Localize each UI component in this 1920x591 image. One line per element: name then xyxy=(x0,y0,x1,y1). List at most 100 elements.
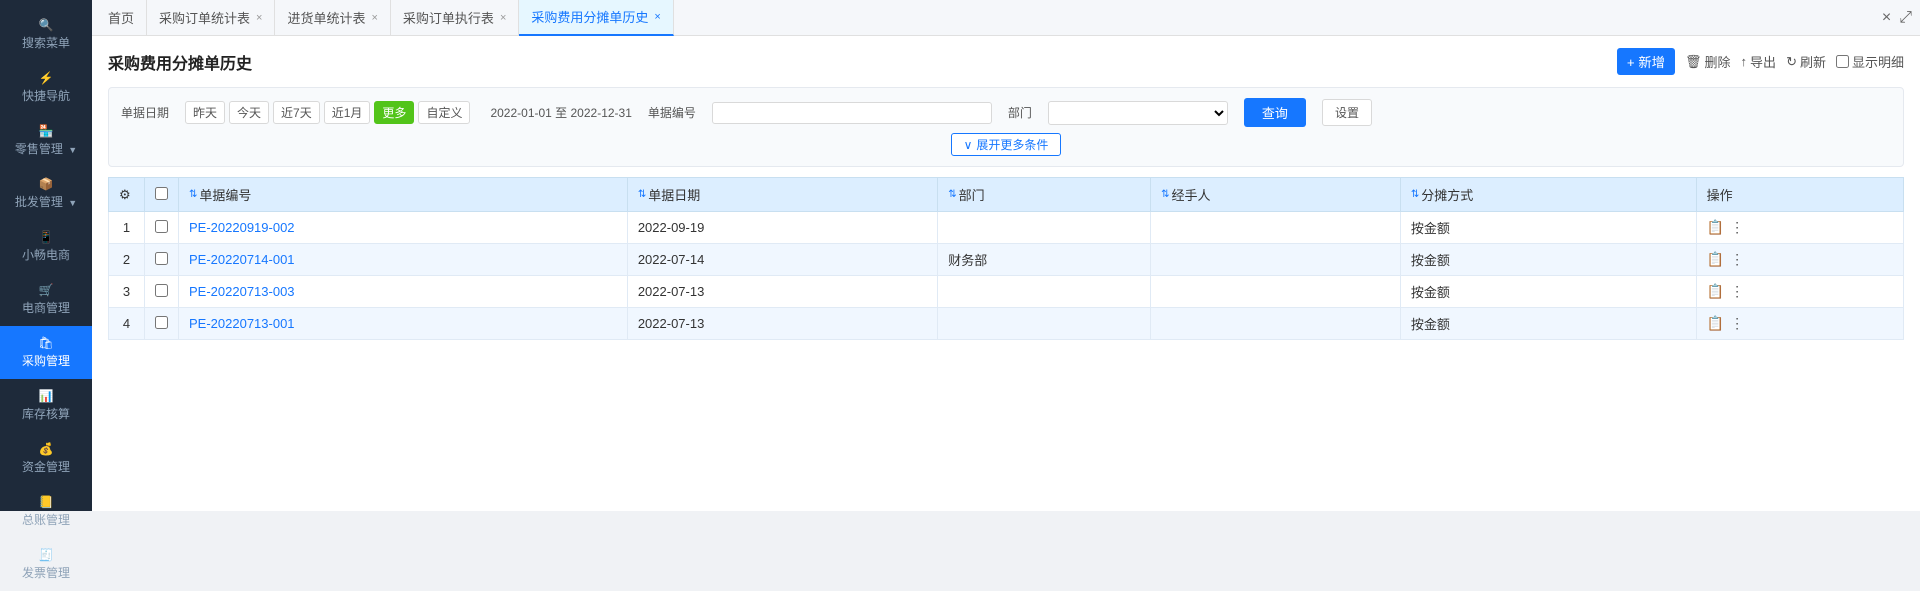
more-icon[interactable]: ⋮ xyxy=(1730,315,1744,332)
row-num: 2 xyxy=(109,244,145,276)
doc-no-input[interactable] xyxy=(712,102,992,124)
tab-purchase-summary-close[interactable]: × xyxy=(256,12,262,24)
export-button[interactable]: ↑ 导出 xyxy=(1741,52,1777,71)
sort-icon-doc-no: ⇅ xyxy=(189,189,197,200)
row-dept xyxy=(938,276,1151,308)
miniapp-icon: 📱 xyxy=(39,230,54,244)
tab-purchase-summary-label: 采购订单统计表 xyxy=(159,8,250,27)
th-handler[interactable]: ⇅ 经手人 xyxy=(1151,178,1401,212)
sidebar-item-purchase[interactable]: 🛍 采购管理 xyxy=(0,326,92,379)
table-header-row: ⚙ ⇅ 单据编号 ⇅ 单据日期 xyxy=(109,178,1904,212)
date-btn-today[interactable]: 今天 xyxy=(229,101,269,124)
doc-no-link[interactable]: PE-20220713-003 xyxy=(189,284,295,299)
filter-line-1: 单据日期 昨天 今天 近7天 近1月 更多 自定义 2022-01-01 至 2… xyxy=(121,98,1891,127)
th-doc-no[interactable]: ⇅ 单据编号 xyxy=(179,178,628,212)
tab-expense-split[interactable]: 采购费用分摊单历史 × xyxy=(519,0,673,36)
data-table: ⚙ ⇅ 单据编号 ⇅ 单据日期 xyxy=(108,177,1904,340)
table-row: 4 PE-20220713-001 2022-07-13 按金额 📋 ⋮ xyxy=(109,308,1904,340)
doc-no-link[interactable]: PE-20220919-002 xyxy=(189,220,295,235)
sidebar-item-invoice[interactable]: 🧾 发票管理 xyxy=(0,538,92,591)
row-checkbox[interactable] xyxy=(155,284,168,297)
sidebar-label-finance: 资金管理 xyxy=(22,458,70,475)
query-button[interactable]: 查询 xyxy=(1244,98,1306,127)
sidebar-label-inventory: 库存核算 xyxy=(22,405,70,422)
date-quick-btns: 昨天 今天 近7天 近1月 更多 自定义 xyxy=(185,101,470,124)
date-btn-more[interactable]: 更多 xyxy=(374,101,414,124)
row-num: 1 xyxy=(109,212,145,244)
row-check[interactable] xyxy=(145,212,179,244)
more-icon[interactable]: ⋮ xyxy=(1730,251,1744,268)
th-actions: 操作 xyxy=(1696,178,1903,212)
show-columns-checkbox[interactable]: 显示明细 xyxy=(1836,52,1904,71)
dept-label: 部门 xyxy=(1008,104,1032,121)
fullscreen-icon[interactable]: ⤢ xyxy=(1899,9,1912,27)
doc-no-link[interactable]: PE-20220713-001 xyxy=(189,316,295,331)
tab-purchase-summary[interactable]: 采购订单统计表 × xyxy=(147,0,275,36)
sidebar-item-miniapp[interactable]: 📱 小畅电商 xyxy=(0,220,92,273)
sidebar-item-ledger[interactable]: 📒 总账管理 xyxy=(0,485,92,538)
sidebar-item-finance[interactable]: 💰 资金管理 xyxy=(0,432,92,485)
row-checkbox[interactable] xyxy=(155,220,168,233)
row-check[interactable] xyxy=(145,244,179,276)
sidebar-item-inventory[interactable]: 📊 库存核算 xyxy=(0,379,92,432)
sidebar-item-ecommerce[interactable]: 🛒 电商管理 xyxy=(0,273,92,326)
row-doc-date: 2022-07-13 xyxy=(627,308,937,340)
export-icon: ↑ xyxy=(1741,54,1748,69)
expand-row: ∨ 展开更多条件 xyxy=(121,133,1891,156)
row-num: 3 xyxy=(109,276,145,308)
tab-inbound-summary-close[interactable]: × xyxy=(371,12,377,24)
add-button[interactable]: + 新增 xyxy=(1617,48,1675,75)
tab-home[interactable]: 首页 xyxy=(100,0,147,36)
settings-button[interactable]: 设置 xyxy=(1322,99,1372,126)
row-handler xyxy=(1151,276,1401,308)
delete-icon: 🗑 xyxy=(1685,54,1702,70)
date-btn-yesterday[interactable]: 昨天 xyxy=(185,101,225,124)
close-all-tab-icon[interactable]: × xyxy=(1882,9,1891,27)
th-gear[interactable]: ⚙ xyxy=(109,178,145,212)
edit-icon[interactable]: 📋 xyxy=(1707,315,1724,332)
sidebar-label-wholesale: 批发管理 ▼ xyxy=(15,193,77,210)
tab-bar: 首页 采购订单统计表 × 进货单统计表 × 采购订单执行表 × 采购费用分摊单历… xyxy=(92,0,1920,36)
th-dept[interactable]: ⇅ 部门 xyxy=(938,178,1151,212)
toolbar: + 新增 🗑 删除 ↑ 导出 ↻ 刷新 显示明细 xyxy=(1617,48,1904,75)
tab-actions: × ⤢ xyxy=(1882,9,1912,27)
row-actions: 📋 ⋮ xyxy=(1696,244,1903,276)
th-doc-date[interactable]: ⇅ 单据日期 xyxy=(627,178,937,212)
refresh-button[interactable]: ↻ 刷新 xyxy=(1786,52,1826,71)
th-split-method[interactable]: ⇅ 分摊方式 xyxy=(1400,178,1696,212)
edit-icon[interactable]: 📋 xyxy=(1707,251,1724,268)
row-checkbox[interactable] xyxy=(155,252,168,265)
tab-purchase-exec[interactable]: 采购订单执行表 × xyxy=(391,0,519,36)
tab-inbound-summary[interactable]: 进货单统计表 × xyxy=(275,0,390,36)
row-actions: 📋 ⋮ xyxy=(1696,212,1903,244)
date-btn-custom[interactable]: 自定义 xyxy=(418,101,470,124)
row-check[interactable] xyxy=(145,276,179,308)
sort-icon-doc-date: ⇅ xyxy=(638,189,646,200)
finance-icon: 💰 xyxy=(39,442,54,456)
select-all-checkbox[interactable] xyxy=(155,187,168,200)
show-columns-input[interactable] xyxy=(1836,55,1849,68)
dept-select[interactable] xyxy=(1048,101,1228,125)
filter-area: 单据日期 昨天 今天 近7天 近1月 更多 自定义 2022-01-01 至 2… xyxy=(108,87,1904,167)
date-btn-1month[interactable]: 近1月 xyxy=(324,101,371,124)
quicknav-icon: ⚡ xyxy=(39,71,54,85)
sidebar-item-retail[interactable]: 🏪 零售管理 ▼ xyxy=(0,114,92,167)
more-icon[interactable]: ⋮ xyxy=(1730,219,1744,236)
edit-icon[interactable]: 📋 xyxy=(1707,283,1724,300)
sidebar-item-quicknav[interactable]: ⚡ 快捷导航 xyxy=(0,61,92,114)
expand-conditions-button[interactable]: ∨ 展开更多条件 xyxy=(951,133,1062,156)
tab-purchase-exec-close[interactable]: × xyxy=(500,12,506,24)
date-btn-7days[interactable]: 近7天 xyxy=(273,101,320,124)
row-checkbox[interactable] xyxy=(155,316,168,329)
sidebar-label-ledger: 总账管理 xyxy=(22,511,70,528)
doc-no-link[interactable]: PE-20220714-001 xyxy=(189,252,295,267)
delete-button[interactable]: 🗑 删除 xyxy=(1685,52,1731,71)
sidebar-item-search[interactable]: 🔍 搜索菜单 xyxy=(0,8,92,61)
sidebar-item-wholesale[interactable]: 📦 批发管理 ▼ xyxy=(0,167,92,220)
edit-icon[interactable]: 📋 xyxy=(1707,219,1724,236)
row-doc-date: 2022-07-13 xyxy=(627,276,937,308)
tab-expense-split-close[interactable]: × xyxy=(654,11,660,23)
table-row: 3 PE-20220713-003 2022-07-13 按金额 📋 ⋮ xyxy=(109,276,1904,308)
more-icon[interactable]: ⋮ xyxy=(1730,283,1744,300)
row-check[interactable] xyxy=(145,308,179,340)
